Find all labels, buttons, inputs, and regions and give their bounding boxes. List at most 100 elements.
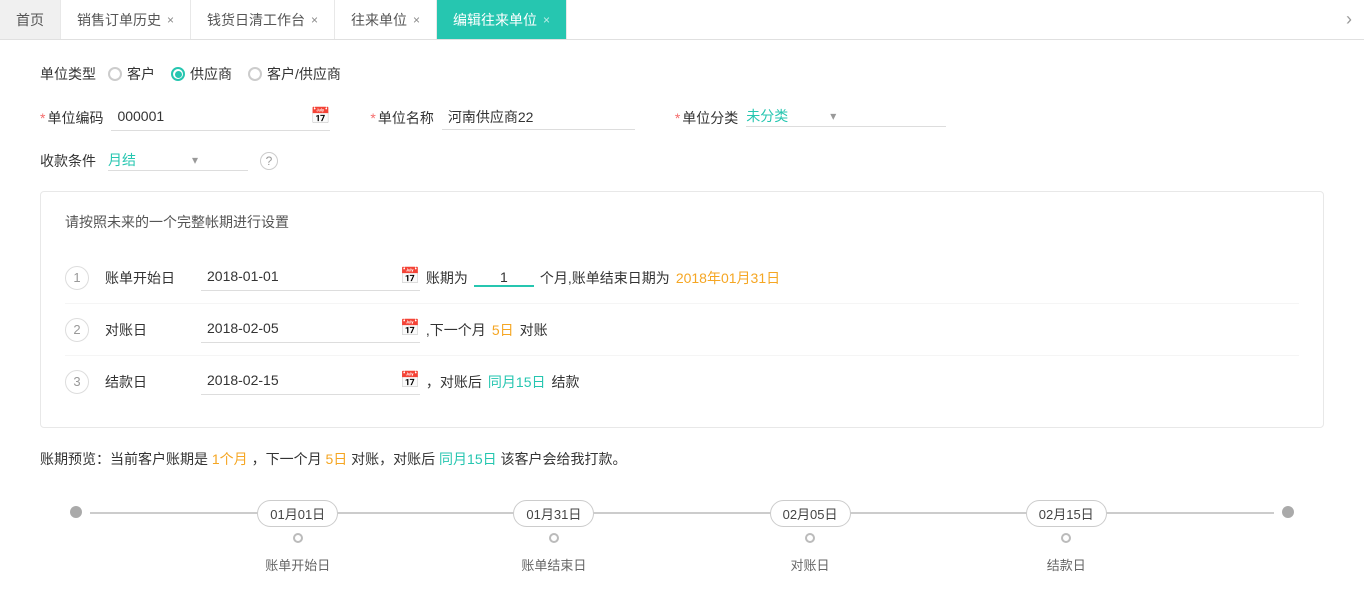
tab-edit-partner-label: 编辑往来单位 [453,10,537,30]
settings-panel: 请按照未来的一个完整帐期进行设置 1 账单开始日 📅 账期为 个月,账单结束日期… [40,191,1324,428]
radio-supplier-label: 供应商 [190,64,232,84]
radio-customer-label: 客户 [127,64,155,84]
timeline-label-4: 结款日 [1047,555,1086,574]
payment-condition-row: 收款条件 月结 ▾ ? [40,151,1324,171]
step-row-1: 1 账单开始日 📅 账期为 个月,账单结束日期为 2018年01月31日 [65,252,1299,304]
timeline-badge-4: 02月15日 [1026,500,1107,527]
tab-bar: 首页 销售订单历史 × 钱货日清工作台 × 往来单位 × 编辑往来单位 × › [0,0,1364,40]
timeline-start-dot [70,500,82,574]
preview-prefix: 账期预览：当前客户账期是 [40,451,208,467]
unit-type-label: 单位类型 [40,64,96,84]
unit-name-input[interactable] [442,105,635,130]
tab-cash-work-label: 钱货日清工作台 [207,10,305,30]
step-num-1: 1 [65,266,89,290]
tab-edit-partner-close[interactable]: × [543,13,550,27]
step-label-1: 账单开始日 [105,268,185,288]
timeline-badge-1: 01月01日 [257,500,338,527]
tab-partner-units[interactable]: 往来单位 × [335,0,437,39]
preview-text: 账期预览：当前客户账期是 1个月 ，下一个月 5日 对账，对账后 同月15日 该… [40,448,1324,470]
step1-period-input[interactable] [474,269,534,287]
step-row-3: 3 结款日 📅 ，对账后 同月15日 结款 [65,356,1299,407]
unit-info-row: *单位编码 📅 *单位名称 *单位分类 未分类 ▾ [40,104,1324,131]
tab-cash-work[interactable]: 钱货日清工作台 × [191,0,335,39]
radio-both[interactable]: 客户/供应商 [248,64,341,84]
step1-calendar-icon[interactable]: 📅 [400,266,420,286]
step2-date-input[interactable] [201,316,394,340]
preview-section: 账期预览：当前客户账期是 1个月 ，下一个月 5日 对账，对账后 同月15日 该… [40,448,1324,470]
tab-sales-history[interactable]: 销售订单历史 × [61,0,191,39]
tab-partner-units-label: 往来单位 [351,10,407,30]
timeline-label-1: 账单开始日 [265,555,330,574]
step-num-3: 3 [65,370,89,394]
step1-period-suffix: 个月,账单结束日期为 [540,268,670,288]
timeline-point-2: 01月31日 账单结束日 [513,500,594,574]
timeline-badge-2: 01月31日 [513,500,594,527]
step3-date-input[interactable] [201,368,394,392]
unit-category-label: *单位分类 [675,108,738,128]
step3-calendar-icon[interactable]: 📅 [400,370,420,390]
step3-desc-suffix: 结款 [552,372,580,392]
step2-calendar-icon[interactable]: 📅 [400,318,420,338]
timeline-point-3: 02月05日 对账日 [770,500,851,574]
step1-date-wrapper: 📅 [201,264,420,291]
tab-sales-history-label: 销售订单历史 [77,10,161,30]
step2-desc-prefix: ,下一个月 [426,320,486,340]
tab-cash-work-close[interactable]: × [311,13,318,27]
preview-middle2: 对账，对账后 [351,451,435,467]
unit-code-field-wrapper: 📅 [111,104,330,131]
preview-suffix: 该客户会给我打款。 [501,451,627,467]
radio-customer[interactable]: 客户 [108,64,155,84]
preview-part3: 同月15日 [439,451,497,467]
payment-condition-help-icon[interactable]: ? [260,152,278,170]
main-content: 单位类型 客户 供应商 客户/供应商 *单位编码 📅 [0,40,1364,608]
unit-code-calendar-icon[interactable]: 📅 [310,106,330,126]
step1-end-date: 2018年01月31日 [676,268,780,288]
payment-condition-chevron-icon: ▾ [192,153,198,167]
timeline-point-4: 02月15日 结款日 [1026,500,1107,574]
unit-type-radio-group: 客户 供应商 客户/供应商 [108,64,341,84]
tab-edit-partner[interactable]: 编辑往来单位 × [437,0,567,39]
step-num-2: 2 [65,318,89,342]
radio-supplier[interactable]: 供应商 [171,64,232,84]
tab-home-label: 首页 [16,10,44,30]
timeline-point-1: 01月01日 账单开始日 [257,500,338,574]
panel-title: 请按照未来的一个完整帐期进行设置 [65,212,1299,232]
step3-desc-highlight: 同月15日 [488,372,546,392]
unit-category-select[interactable]: 未分类 [746,108,826,124]
preview-part2: 5日 [325,451,347,467]
step3-desc-prefix: ，对账后 [426,372,482,392]
step-label-3: 结款日 [105,372,185,392]
timeline-end-dot [1282,500,1294,574]
tab-sales-history-close[interactable]: × [167,13,174,27]
payment-condition-select[interactable]: 月结 [108,152,188,168]
tab-more-button[interactable]: › [1334,0,1364,39]
tab-partner-units-close[interactable]: × [413,13,420,27]
timeline: 01月01日 账单开始日 01月31日 账单结束日 02月05日 对账日 [40,490,1324,574]
payment-condition-select-wrapper: 月结 ▾ [108,152,248,171]
unit-type-row: 单位类型 客户 供应商 客户/供应商 [40,64,1324,84]
step1-period-prefix: 账期为 [426,268,468,288]
step2-desc-suffix: 对账 [520,320,548,340]
step1-date-input[interactable] [201,264,394,288]
preview-part1: 1个月 [212,451,248,467]
radio-supplier-circle [171,67,185,81]
step2-date-wrapper: 📅 [201,316,420,343]
unit-name-label: *单位名称 [370,108,433,128]
step-content-2: 📅 ,下一个月 5日 对账 [201,316,1299,343]
step-label-2: 对账日 [105,320,185,340]
unit-code-label: *单位编码 [40,108,103,128]
radio-customer-circle [108,67,122,81]
unit-category-chevron-icon: ▾ [830,109,836,123]
step2-desc-highlight: 5日 [492,320,514,340]
timeline-label-3: 对账日 [791,555,830,574]
unit-category-select-wrapper: 未分类 ▾ [746,108,946,127]
payment-condition-label: 收款条件 [40,151,96,171]
step-content-3: 📅 ，对账后 同月15日 结款 [201,368,1299,395]
unit-code-input[interactable] [111,104,304,128]
step-content-1: 📅 账期为 个月,账单结束日期为 2018年01月31日 [201,264,1299,291]
radio-both-label: 客户/供应商 [267,64,341,84]
step-row-2: 2 对账日 📅 ,下一个月 5日 对账 [65,304,1299,356]
step3-date-wrapper: 📅 [201,368,420,395]
preview-middle1: ，下一个月 [252,451,322,467]
tab-home[interactable]: 首页 [0,0,61,39]
